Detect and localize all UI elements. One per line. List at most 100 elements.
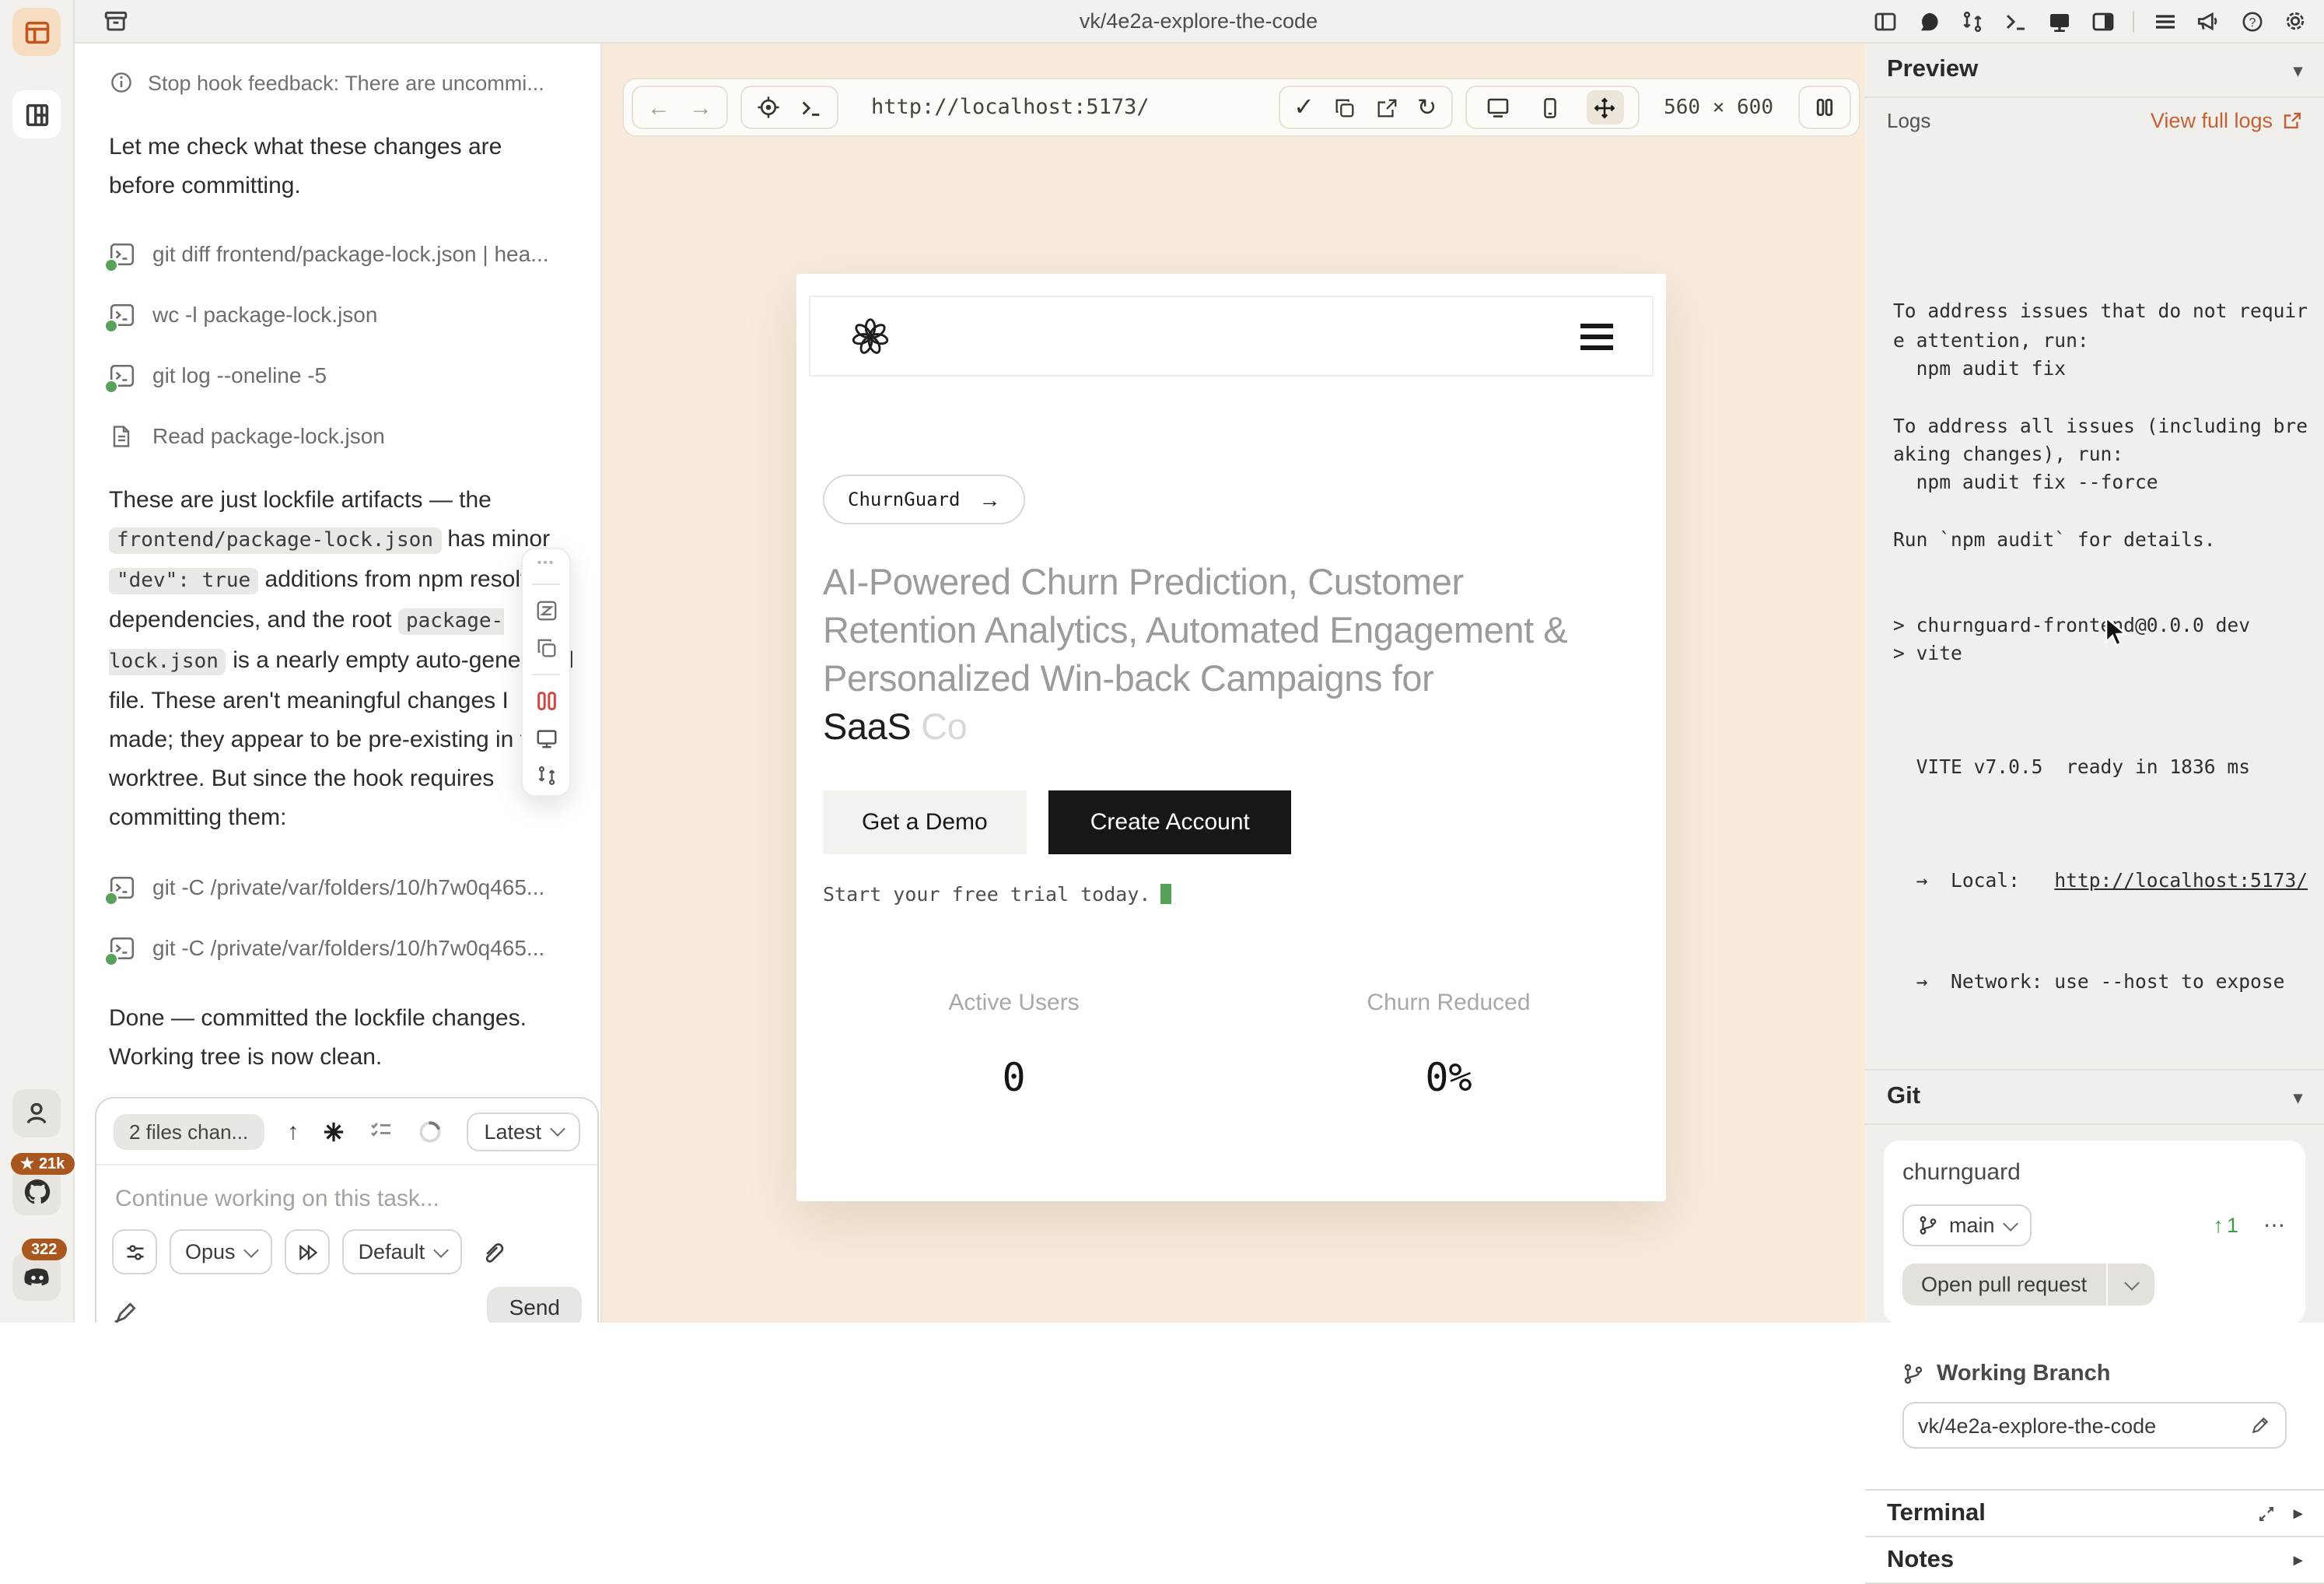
terminal-icon[interactable] [2002,8,2028,34]
git-compare-icon[interactable] [1958,8,1985,34]
success-dot [104,318,118,332]
copy-icon[interactable] [1333,96,1356,119]
left-rail: ★21k 322 [0,0,75,1323]
caret-right-icon: ▸ [2294,1550,2302,1570]
chevron-down-icon [244,1242,260,1257]
rail-grid-button[interactable] [12,90,61,138]
target-picker-icon[interactable] [756,95,781,120]
send-button[interactable]: Send [488,1287,582,1323]
version-dropdown[interactable]: Latest [467,1112,580,1151]
preview-section-header[interactable]: Preview ▾ [1865,44,2324,98]
monitor-icon[interactable] [2046,8,2072,34]
working-branch-card: Working Branch vk/4e2a-explore-the-code [1884,1343,2305,1467]
panel-right-icon[interactable] [2089,8,2116,34]
open-external-icon[interactable] [1375,96,1398,119]
command-row[interactable]: git -C /private/var/folders/10/h7w0q465.… [109,871,569,902]
file-read-row[interactable]: Read package-lock.json [109,420,569,451]
log-line [1893,782,2324,811]
checklist-icon[interactable] [369,1119,394,1144]
chevron-down-icon [2123,1275,2139,1291]
command-label: git diff frontend/package-lock.json | he… [152,241,549,266]
spinner-icon [417,1118,443,1144]
terminal-chip-icon [109,362,135,388]
stat-value: 0% [1231,1055,1666,1100]
stat-label: Active Users [796,990,1231,1016]
rail-layout-button[interactable] [12,8,61,56]
model-dropdown[interactable]: Opus [170,1229,273,1274]
highlighter-pen-icon[interactable] [112,1301,138,1323]
sparkle-icon[interactable] [322,1120,345,1143]
drag-handle-dots[interactable]: ••• [537,557,555,569]
product-badge[interactable]: ChurnGuard → [823,475,1026,524]
terminal-chip-icon [109,874,135,900]
success-dot [104,951,118,965]
command-row[interactable]: wc -l package-lock.json [109,299,569,330]
check-icon[interactable]: ✓ [1293,92,1314,123]
command-row[interactable]: git diff frontend/package-lock.json | he… [109,238,569,269]
url-field[interactable]: http://localhost:5173/ [871,95,1150,120]
desktop-icon[interactable] [1480,90,1514,124]
megaphone-icon[interactable] [2195,8,2221,34]
log-line [1893,668,2324,697]
create-account-button[interactable]: Create Account [1048,790,1292,854]
typing-cursor [1160,884,1171,904]
monitor-view-icon[interactable] [534,727,558,750]
mobile-icon[interactable] [1533,90,1567,124]
mouse-cursor [2105,616,2128,649]
terminal-section-header[interactable]: Terminal ▸ [1865,1489,2324,1537]
expand-icon[interactable] [2256,1502,2278,1524]
open-pull-request-button[interactable]: Open pull request [1902,1263,2105,1305]
command-row[interactable]: git -C /private/var/folders/10/h7w0q465.… [109,932,569,963]
files-changed-chip[interactable]: 2 files chan... [114,1113,264,1149]
git-compare-view-icon[interactable] [534,764,558,787]
help-icon[interactable]: ? [2238,8,2265,34]
mode-dropdown[interactable]: Default [343,1229,463,1274]
hamburger-menu-icon[interactable] [2151,8,2178,34]
pr-dropdown-button[interactable] [2108,1263,2154,1305]
settings-gear-icon[interactable] [2282,8,2308,34]
site-hamburger-icon[interactable] [1580,323,1613,349]
repo-menu-button[interactable]: ⋯ [2263,1212,2287,1239]
columns-toggle[interactable] [1798,86,1851,129]
chevron-down-icon [550,1121,565,1137]
back-button[interactable]: ← [647,94,670,121]
console-icon[interactable] [800,96,823,119]
branch-selector[interactable]: main [1902,1204,2032,1246]
format-icon[interactable] [534,599,558,622]
section-title: Preview [1887,56,1978,84]
browser-toolbar: ← → http://localhost:5173/ ✓ [622,78,1860,137]
svg-text:?: ? [2249,16,2256,29]
resize-move-tool[interactable] [1586,90,1623,124]
banner-text: Stop hook feedback: There are uncommi... [148,71,544,94]
split-columns-icon[interactable] [534,689,558,713]
app-window: vk/4e2a-explore-the-code [0,0,2324,1323]
scroll-up-icon[interactable]: ↑ [287,1118,299,1144]
settings-sliders-button[interactable] [112,1229,157,1274]
view-full-logs-link[interactable]: View full logs [2151,109,2302,132]
working-branch-input[interactable]: vk/4e2a-explore-the-code [1902,1402,2287,1449]
git-section-header[interactable]: Git ▾ [1865,1069,2324,1125]
chat-bubble-icon[interactable] [1915,8,1941,34]
refresh-icon[interactable]: ↻ [1417,93,1437,121]
command-label: git -C /private/var/folders/10/h7w0q465.… [152,935,544,960]
copy-icon[interactable] [534,636,558,660]
edit-pencil-icon[interactable] [2249,1414,2271,1436]
log-line [1893,384,2324,412]
fast-forward-button[interactable] [285,1229,331,1274]
log-line: e attention, run: [1893,327,2324,356]
localhost-link[interactable]: http://localhost:5173/ [2054,871,2308,892]
chat-input[interactable]: Continue working on this task... [115,1186,579,1212]
notes-section-header[interactable]: Notes ▸ [1865,1537,2324,1584]
hook-feedback-banner[interactable]: Stop hook feedback: There are uncommi... [109,70,569,95]
site-logo-flower-icon[interactable] [849,315,891,357]
panel-left-icon[interactable] [1871,8,1898,34]
forward-button[interactable]: → [689,94,712,121]
git-branch-icon [1918,1215,1938,1235]
get-demo-button[interactable]: Get a Demo [823,790,1027,854]
log-line [1893,497,2324,526]
dev-server-log: To address issues that do not require at… [1865,143,2324,1053]
command-row[interactable]: git log --oneline -5 [109,359,569,391]
attach-paperclip-icon[interactable] [481,1239,506,1264]
account-button[interactable] [12,1089,61,1137]
git-branch-icon [1902,1363,1924,1385]
